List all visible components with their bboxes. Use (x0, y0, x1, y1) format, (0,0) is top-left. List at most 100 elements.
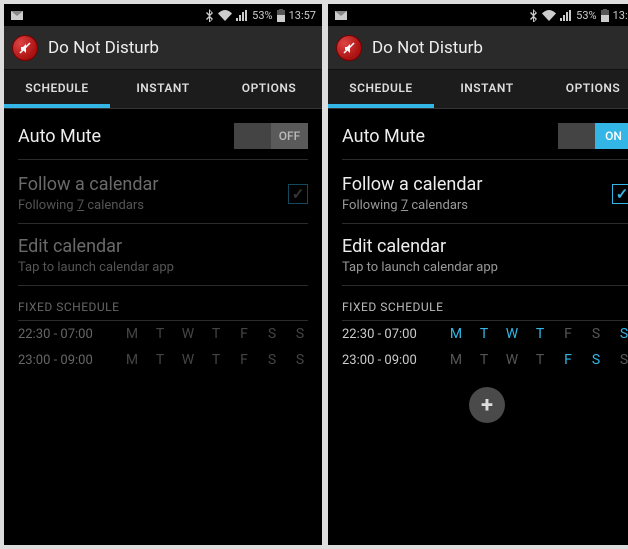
schedule-row[interactable]: 23:00 - 09:00MTWTFSS (342, 347, 628, 373)
day-cell[interactable]: S (292, 352, 308, 368)
schedule-time: 22:30 - 07:00 (18, 327, 118, 342)
tab-instant[interactable]: INSTANT (110, 70, 216, 108)
day-cell[interactable]: M (448, 326, 464, 342)
day-cell[interactable]: T (476, 326, 492, 342)
app-icon (12, 35, 38, 61)
schedule-row[interactable]: 22:30 - 07:00MTWTFSS (342, 321, 628, 347)
day-cell[interactable]: T (208, 352, 224, 368)
tab-schedule[interactable]: SCHEDULE (4, 70, 110, 108)
action-bar: Do Not Disturb (328, 26, 628, 70)
follow-calendar-sub: Following 7 calendars (18, 198, 288, 213)
tab-instant[interactable]: INSTANT (434, 70, 540, 108)
notification-icon (334, 9, 348, 21)
day-cell[interactable]: W (504, 326, 520, 342)
follow-calendar-title: Follow a calendar (342, 174, 612, 195)
day-cell[interactable]: F (560, 326, 576, 342)
status-bar: 53% 13:57 (4, 4, 322, 26)
schedule-days: MTWTFSS (442, 352, 628, 368)
wifi-icon (542, 10, 556, 21)
schedule-row[interactable]: 23:00 - 09:00MTWTFSS (18, 347, 308, 373)
edit-calendar-row[interactable]: Edit calendar Tap to launch calendar app (342, 224, 628, 286)
day-cell[interactable]: S (616, 326, 628, 342)
toggle-knob-on: ON (595, 123, 628, 149)
content: Auto Mute ON Follow a calendar Following… (328, 109, 628, 545)
app-title: Do Not Disturb (372, 38, 483, 58)
follow-calendar-sub: Following 7 calendars (342, 198, 612, 213)
day-cell[interactable]: S (264, 352, 280, 368)
edit-calendar-row[interactable]: Edit calendar Tap to launch calendar app (18, 224, 308, 286)
clock-text: 13:57 (289, 9, 316, 22)
follow-calendar-checkbox[interactable] (288, 184, 308, 204)
clock-text: 13:57 (613, 9, 628, 22)
wifi-icon (218, 10, 232, 21)
day-cell[interactable]: F (236, 352, 252, 368)
day-cell[interactable]: F (236, 326, 252, 342)
battery-text: 53% (252, 9, 272, 22)
bluetooth-icon (206, 9, 214, 22)
content: Auto Mute OFF Follow a calendar Followin… (4, 109, 322, 545)
schedule-days: MTWTFSS (118, 326, 308, 342)
tab-options[interactable]: OPTIONS (216, 70, 322, 108)
automute-toggle[interactable]: OFF (234, 123, 308, 149)
fixed-schedule-header: FIXED SCHEDULE (342, 286, 628, 321)
app-icon (336, 35, 362, 61)
schedule-days: MTWTFSS (118, 352, 308, 368)
follow-calendar-row[interactable]: Follow a calendar Following 7 calendars (18, 160, 308, 224)
schedule-row[interactable]: 22:30 - 07:00MTWTFSS (18, 321, 308, 347)
phone-on-state: 53% 13:57 Do Not Disturb SCHEDULE INSTAN… (328, 4, 628, 545)
battery-text: 53% (576, 9, 596, 22)
action-bar: Do Not Disturb (4, 26, 322, 70)
plus-icon: + (481, 393, 493, 418)
day-cell[interactable]: M (448, 352, 464, 368)
automute-toggle[interactable]: ON (558, 123, 628, 149)
status-bar: 53% 13:57 (328, 4, 628, 26)
day-cell[interactable]: T (476, 352, 492, 368)
day-cell[interactable]: T (532, 352, 548, 368)
notification-icon (10, 9, 24, 21)
tab-schedule[interactable]: SCHEDULE (328, 70, 434, 108)
signal-icon (560, 10, 572, 21)
tab-options[interactable]: OPTIONS (540, 70, 628, 108)
tabs: SCHEDULE INSTANT OPTIONS (328, 70, 628, 109)
day-cell[interactable]: T (532, 326, 548, 342)
day-cell[interactable]: W (504, 352, 520, 368)
day-cell[interactable]: S (616, 352, 628, 368)
day-cell[interactable]: S (588, 326, 604, 342)
signal-icon (236, 10, 248, 21)
follow-calendar-checkbox[interactable] (612, 184, 628, 204)
fixed-schedule-header: FIXED SCHEDULE (18, 286, 308, 321)
day-cell[interactable]: W (180, 352, 196, 368)
day-cell[interactable]: W (180, 326, 196, 342)
day-cell[interactable]: M (124, 352, 140, 368)
edit-calendar-sub: Tap to launch calendar app (18, 260, 308, 275)
automute-row[interactable]: Auto Mute ON (342, 109, 628, 160)
day-cell[interactable]: T (208, 326, 224, 342)
tabs: SCHEDULE INSTANT OPTIONS (4, 70, 322, 109)
schedule-time: 22:30 - 07:00 (342, 327, 442, 342)
day-cell[interactable]: S (264, 326, 280, 342)
automute-label: Auto Mute (18, 126, 101, 147)
edit-calendar-title: Edit calendar (342, 236, 628, 257)
battery-icon (601, 9, 609, 22)
automute-row[interactable]: Auto Mute OFF (18, 109, 308, 160)
app-title: Do Not Disturb (48, 38, 159, 58)
toggle-knob-off: OFF (271, 123, 308, 149)
day-cell[interactable]: T (152, 326, 168, 342)
day-cell[interactable]: M (124, 326, 140, 342)
day-cell[interactable]: S (588, 352, 604, 368)
phone-off-state: 53% 13:57 Do Not Disturb SCHEDULE INSTAN… (4, 4, 322, 545)
edit-calendar-title: Edit calendar (18, 236, 308, 257)
day-cell[interactable]: S (292, 326, 308, 342)
schedule-time: 23:00 - 09:00 (18, 353, 118, 368)
follow-calendar-title: Follow a calendar (18, 174, 288, 195)
schedule-days: MTWTFSS (442, 326, 628, 342)
follow-calendar-row[interactable]: Follow a calendar Following 7 calendars (342, 160, 628, 224)
add-schedule-button[interactable]: + (469, 387, 505, 423)
day-cell[interactable]: T (152, 352, 168, 368)
day-cell[interactable]: F (560, 352, 576, 368)
schedule-list-right: 22:30 - 07:00MTWTFSS23:00 - 09:00MTWTFSS (342, 321, 628, 373)
edit-calendar-sub: Tap to launch calendar app (342, 260, 628, 275)
battery-icon (277, 9, 285, 22)
automute-label: Auto Mute (342, 126, 425, 147)
schedule-time: 23:00 - 09:00 (342, 353, 442, 368)
